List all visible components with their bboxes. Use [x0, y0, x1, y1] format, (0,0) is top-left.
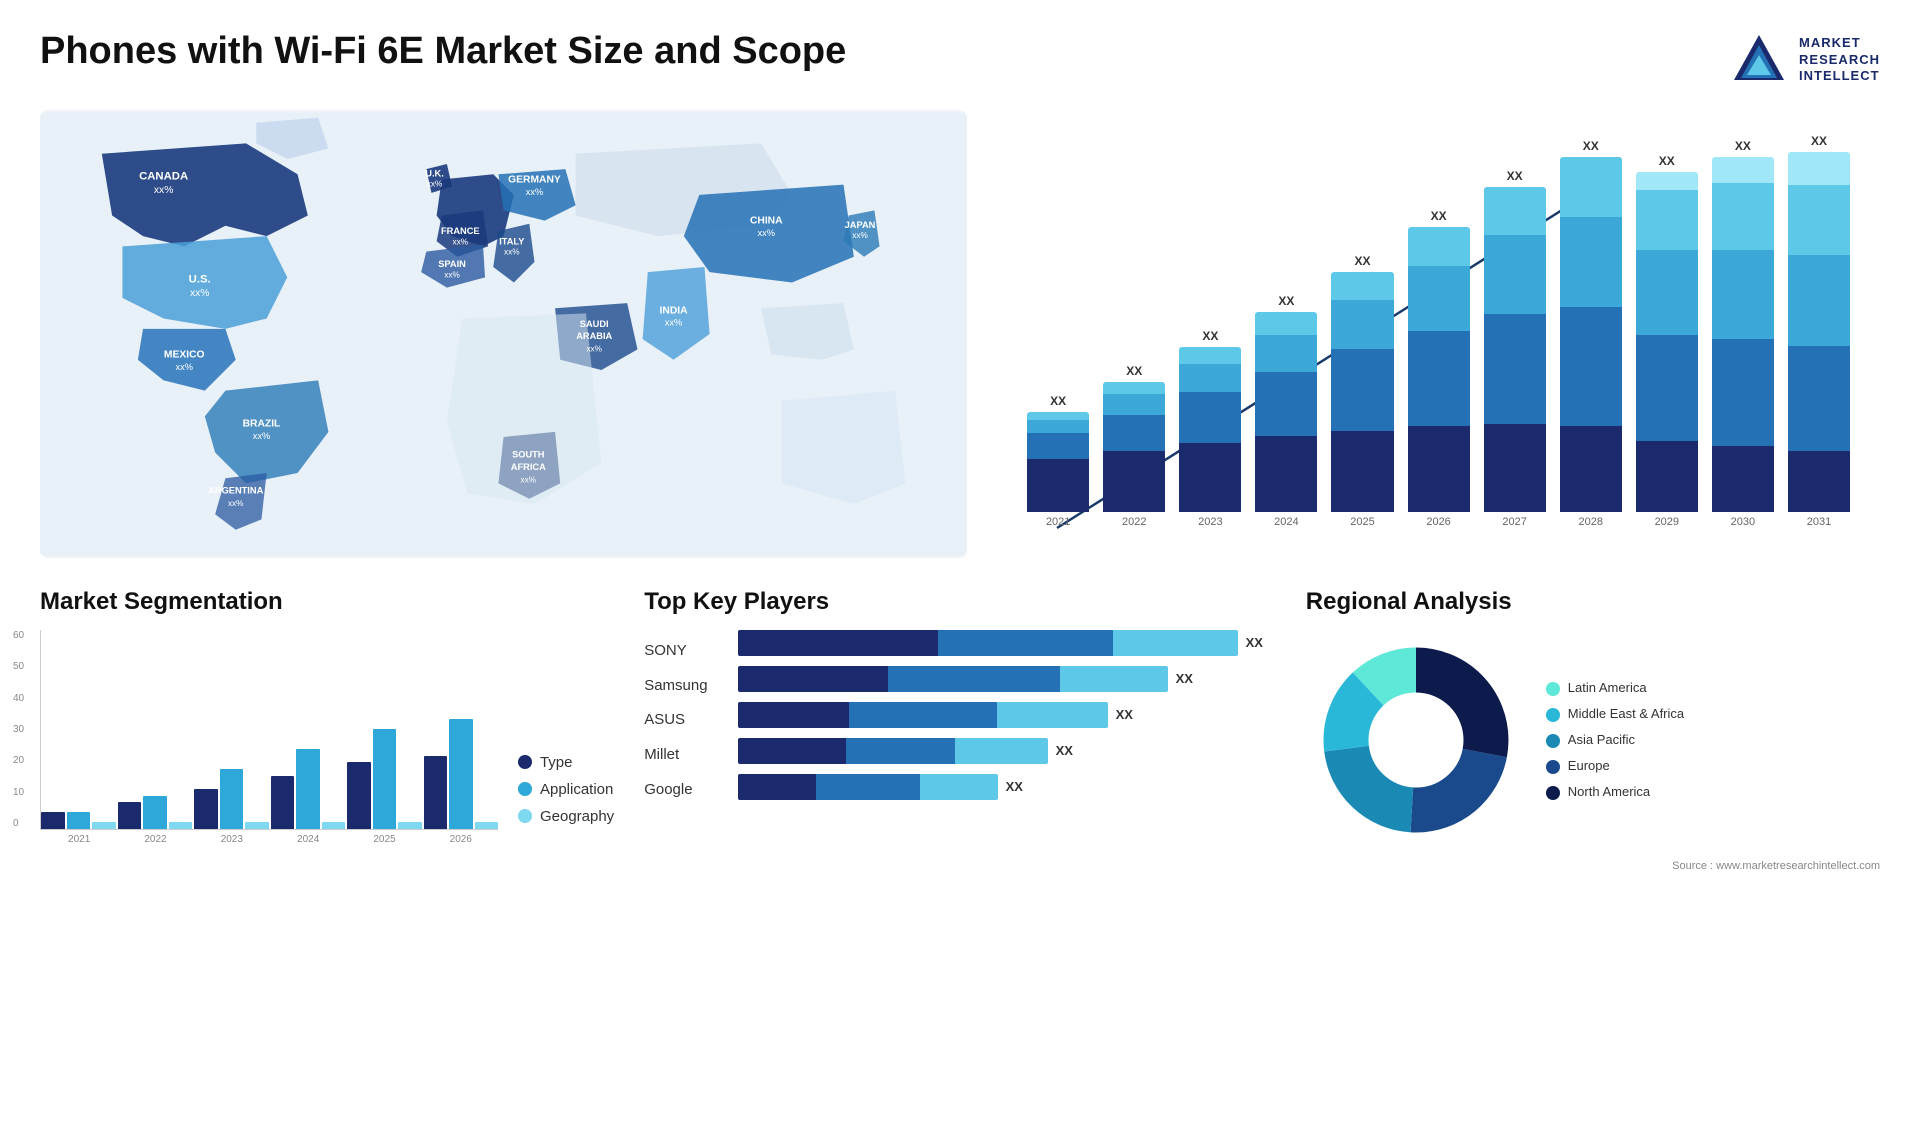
header: Phones with Wi-Fi 6E Market Size and Sco…	[40, 30, 1880, 90]
legend-asia-pacific: Asia Pacific	[1546, 732, 1684, 748]
segmentation-title: Market Segmentation	[40, 588, 614, 616]
svg-text:ARGENTINA: ARGENTINA	[208, 486, 263, 496]
regional-section: Regional Analysis	[1306, 588, 1880, 872]
page-title: Phones with Wi-Fi 6E Market Size and Sco…	[40, 30, 846, 73]
player-bar-sony: XX	[738, 630, 1276, 656]
logo-text: MARKET RESEARCH INTELLECT	[1799, 35, 1880, 86]
bar-2022: XX 2022	[1103, 364, 1165, 528]
world-map-svg: CANADA xx% U.S. xx% MEXICO xx% BRAZIL xx…	[40, 110, 967, 558]
top-section: CANADA xx% U.S. xx% MEXICO xx% BRAZIL xx…	[40, 110, 1880, 558]
regional-legend: Latin America Middle East & Africa Asia …	[1546, 680, 1684, 800]
bar-2025: XX 2025	[1331, 254, 1393, 528]
svg-text:xx%: xx%	[190, 288, 209, 299]
player-bar-millet: XX	[738, 738, 1276, 764]
svg-text:ARABIA: ARABIA	[576, 331, 612, 341]
svg-text:ITALY: ITALY	[499, 236, 525, 246]
bar-2024: XX 2024	[1255, 294, 1317, 528]
svg-text:xx%: xx%	[852, 231, 868, 240]
legend-dot-type	[518, 755, 532, 769]
players-list: SONY Samsung ASUS Millet Google XX	[644, 630, 1276, 800]
seg-bar-group-2023	[194, 769, 269, 829]
svg-text:FRANCE: FRANCE	[441, 226, 480, 236]
svg-text:SPAIN: SPAIN	[438, 259, 466, 269]
svg-text:BRAZIL: BRAZIL	[243, 419, 281, 430]
seg-legend: Type Application Geography	[518, 754, 614, 845]
bar-2028: XX 2028	[1560, 139, 1622, 528]
dot-north-america	[1546, 786, 1560, 800]
logo-icon	[1729, 30, 1789, 90]
svg-text:xx%: xx%	[154, 185, 173, 196]
bar-2031: XX 2031	[1788, 134, 1850, 528]
legend-type: Type	[518, 754, 614, 771]
legend-dot-geography	[518, 809, 532, 823]
svg-text:CHINA: CHINA	[750, 216, 783, 227]
svg-text:U.S.: U.S.	[189, 273, 211, 285]
seg-inner: 6050403020100	[40, 630, 614, 845]
seg-bar-group-2022	[118, 796, 193, 829]
legend-application: Application	[518, 781, 614, 798]
dot-asia-pacific	[1546, 734, 1560, 748]
players-title: Top Key Players	[644, 588, 1276, 616]
svg-text:xx%: xx%	[175, 362, 193, 372]
svg-text:JAPAN: JAPAN	[845, 220, 876, 230]
logo-area: MARKET RESEARCH INTELLECT	[1729, 30, 1880, 90]
dot-latin-america	[1546, 682, 1560, 696]
legend-geography: Geography	[518, 808, 614, 825]
seg-bar-group-2026	[424, 719, 499, 829]
bottom-section: Market Segmentation 6050403020100	[40, 588, 1880, 872]
legend-north-america: North America	[1546, 784, 1684, 800]
svg-text:xx%: xx%	[758, 228, 776, 238]
svg-text:SOUTH: SOUTH	[512, 450, 545, 460]
player-bar-google: XX	[738, 774, 1276, 800]
svg-text:xx%: xx%	[253, 431, 271, 441]
svg-text:U.K.: U.K.	[425, 168, 444, 178]
svg-text:xx%: xx%	[453, 237, 469, 246]
svg-text:GERMANY: GERMANY	[508, 175, 561, 186]
svg-text:xx%: xx%	[665, 318, 683, 328]
svg-text:xx%: xx%	[444, 270, 460, 279]
svg-text:xx%: xx%	[504, 248, 520, 257]
player-bars-area: XX XX	[738, 630, 1276, 800]
dot-middle-east-africa	[1546, 708, 1560, 722]
player-bar-asus: XX	[738, 702, 1276, 728]
seg-bar-group-2025	[347, 729, 422, 829]
bar-2027: XX 2027	[1484, 169, 1546, 528]
donut-svg	[1306, 630, 1526, 850]
svg-text:MEXICO: MEXICO	[164, 350, 205, 361]
bar-2029: XX 2029	[1636, 154, 1698, 528]
bar-2026: XX 2026	[1408, 209, 1470, 528]
bar-2030: XX 2030	[1712, 139, 1774, 528]
regional-title: Regional Analysis	[1306, 588, 1880, 616]
seg-bar-group-2024	[271, 749, 346, 829]
dot-europe	[1546, 760, 1560, 774]
legend-middle-east-africa: Middle East & Africa	[1546, 706, 1684, 722]
legend-latin-america: Latin America	[1546, 680, 1684, 696]
seg-bar-group-2021	[41, 812, 116, 829]
players-section: Top Key Players SONY Samsung ASUS Millet…	[644, 588, 1276, 872]
svg-text:xx%: xx%	[228, 499, 244, 508]
player-bar-samsung: XX	[738, 666, 1276, 692]
svg-text:SAUDI: SAUDI	[580, 319, 609, 329]
legend-europe: Europe	[1546, 758, 1684, 774]
regional-inner: Latin America Middle East & Africa Asia …	[1306, 630, 1880, 850]
svg-text:INDIA: INDIA	[660, 305, 689, 316]
bar-2023: XX 2023	[1179, 329, 1241, 528]
svg-text:xx%: xx%	[427, 180, 443, 189]
legend-dot-application	[518, 782, 532, 796]
source-text: Source : www.marketresearchintellect.com	[1306, 860, 1880, 872]
svg-text:AFRICA: AFRICA	[511, 462, 546, 472]
svg-text:xx%: xx%	[586, 344, 602, 353]
map-container: CANADA xx% U.S. xx% MEXICO xx% BRAZIL xx…	[40, 110, 967, 558]
bar-chart-container: XX 2021 XX	[997, 110, 1880, 558]
svg-text:xx%: xx%	[521, 475, 537, 484]
donut-chart	[1306, 630, 1526, 850]
player-names: SONY Samsung ASUS Millet Google	[644, 630, 707, 800]
bar-2021: XX 2021	[1027, 394, 1089, 528]
svg-text:CANADA: CANADA	[139, 170, 188, 182]
svg-text:xx%: xx%	[526, 187, 544, 197]
segmentation-section: Market Segmentation 6050403020100	[40, 588, 614, 872]
